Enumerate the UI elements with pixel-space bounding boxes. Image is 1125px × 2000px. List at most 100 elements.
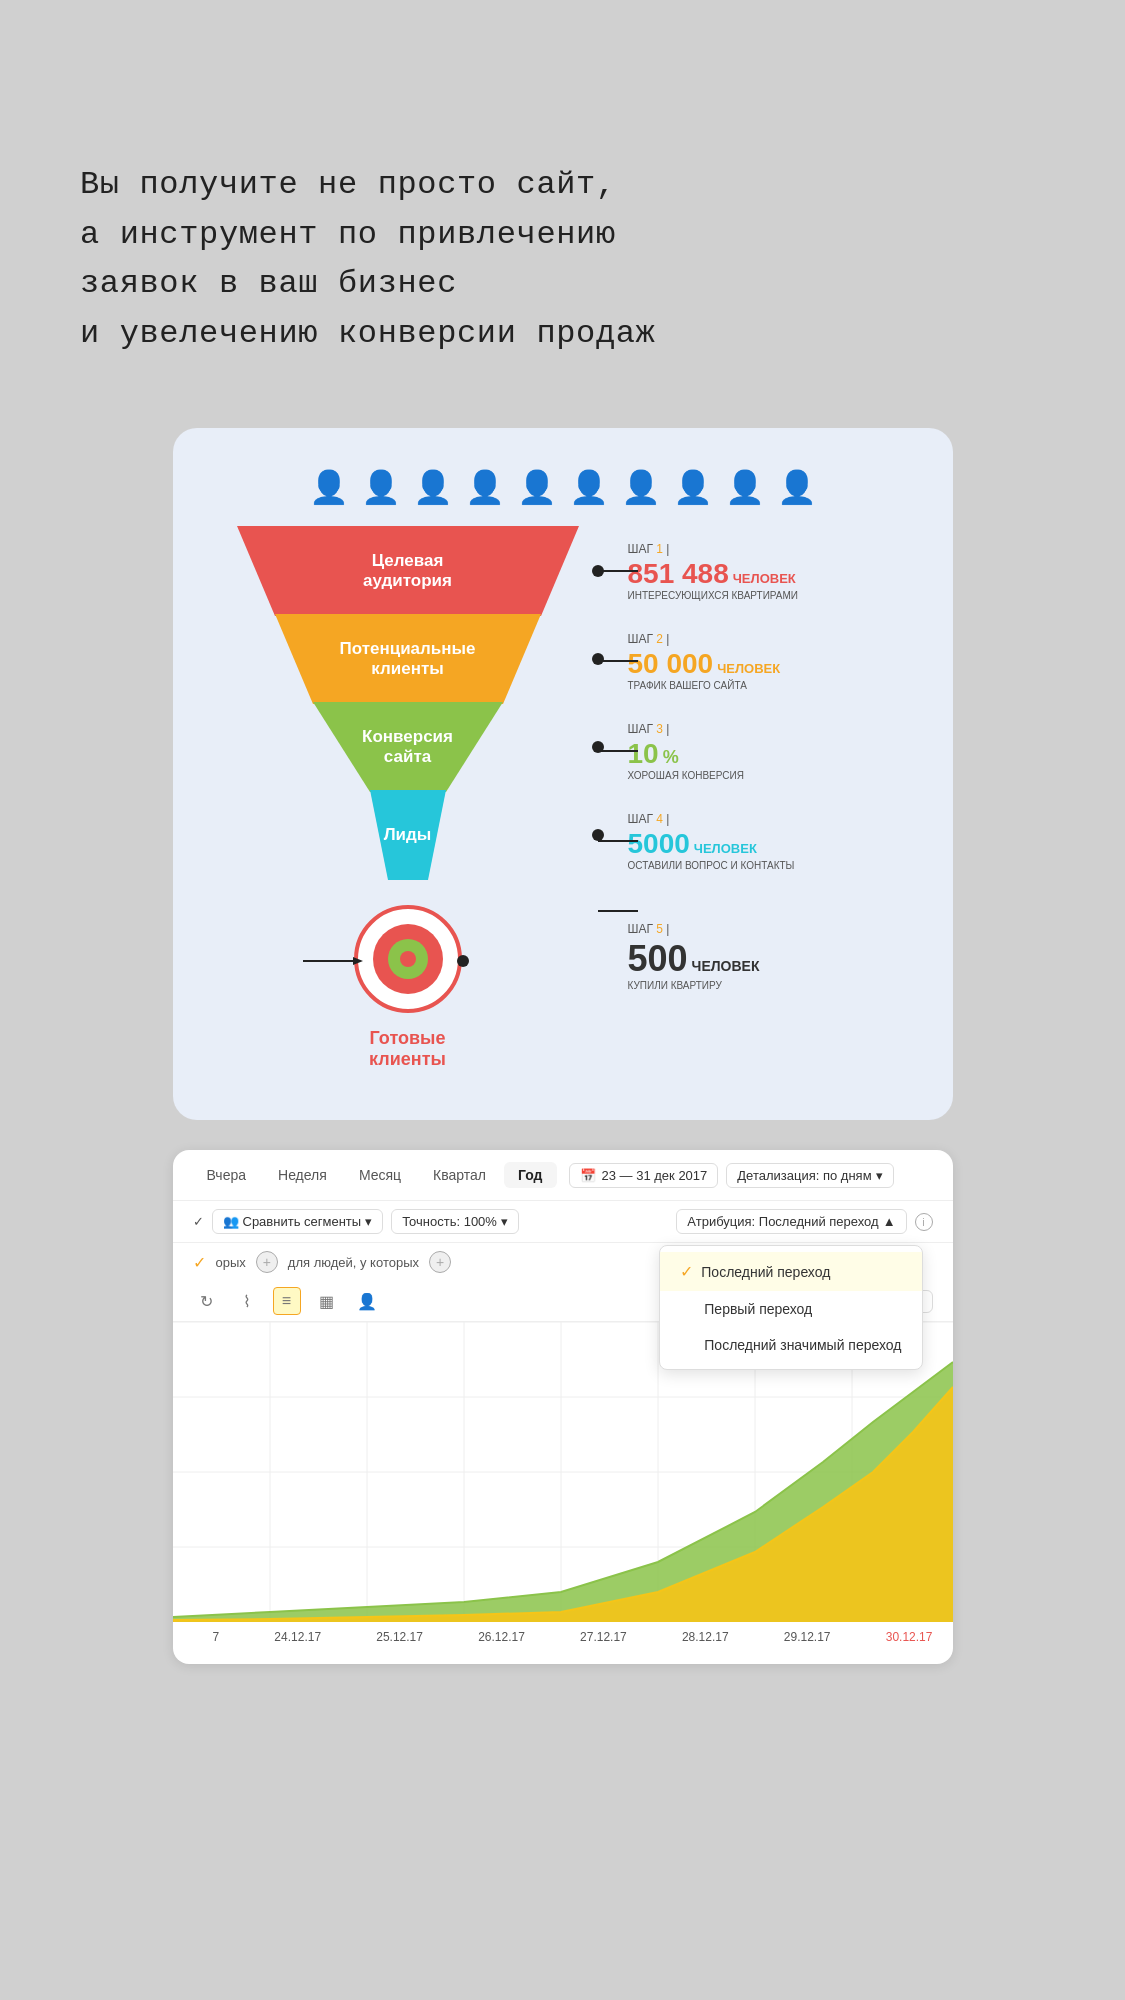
dropdown-item-3[interactable]: Последний значимый переход — [660, 1327, 921, 1363]
funnel-level-2: Потенциальныеклиенты — [218, 614, 598, 704]
accuracy-btn[interactable]: Точность: 100% ▾ — [391, 1209, 518, 1234]
funnel-wrapper: Целеваяаудитория Потенциальныеклиенты Ко… — [203, 526, 923, 1070]
stat-content-3: ШАГ 3 | 10 % ХОРОШАЯ КОНВЕРСИЯ — [628, 722, 744, 781]
target-label: Готовыеклиенты — [369, 1028, 446, 1070]
stat-content-1: ШАГ 1 | 851 488 ЧЕЛОВЕК ИНТЕРЕСУЮЩИХСЯ К… — [628, 542, 799, 601]
chevron-accuracy-icon: ▾ — [501, 1214, 508, 1229]
date-range[interactable]: 📅 23 — 31 дек 2017 — [569, 1163, 719, 1188]
detail-btn[interactable]: Детализация: по дням ▾ — [726, 1163, 893, 1188]
stat-unit-2: ЧЕЛОВЕК — [717, 661, 780, 676]
connector-dot-5 — [457, 955, 469, 967]
stat-number-5: 500 — [628, 938, 688, 980]
funnel-shapes: Целеваяаудитория Потенциальныеклиенты Ко… — [218, 526, 598, 1070]
chart-x-labels: 7 24.12.17 25.12.17 26.12.17 27.12.17 28… — [173, 1622, 953, 1644]
stat-unit-1: ЧЕЛОВЕК — [733, 571, 796, 586]
x-label-1: 24.12.17 — [274, 1630, 321, 1644]
people-row: 👤 👤 👤 👤 👤 👤 👤 👤 👤 👤 — [203, 468, 923, 506]
chevron-attribution-icon: ▲ — [883, 1214, 896, 1229]
stat-desc-2: ТРАФИК ВАШЕГО САЙТА — [628, 680, 781, 691]
funnel-level-3: Конверсиясайта — [218, 702, 598, 792]
connector-dot-3 — [592, 741, 604, 753]
person-icon-7: 👤 — [621, 468, 661, 506]
dropdown-label-3: Последний значимый переход — [704, 1337, 901, 1353]
step-label-2: ШАГ 2 | — [628, 632, 781, 646]
step-label-5: ШАГ 5 | — [628, 922, 760, 936]
dropdown-label-2: Первый переход — [704, 1301, 812, 1317]
person-chart-icon[interactable]: 👤 — [353, 1287, 381, 1315]
attribution-btn[interactable]: Атрибуция: Последний переход ▲ — [676, 1209, 906, 1234]
x-label-7: 30.12.17 — [886, 1630, 933, 1644]
stat-number-3: 10 — [628, 738, 659, 770]
add-filter-btn-1[interactable]: + — [256, 1251, 278, 1273]
detail-label: Детализация: по дням — [737, 1168, 871, 1183]
stat-percent-3: % — [663, 747, 679, 768]
attribution-label: Атрибуция: Последний переход — [687, 1214, 878, 1229]
chevron-down-icon: ▾ — [876, 1168, 883, 1183]
person-icon-8: 👤 — [673, 468, 713, 506]
step-label-1: ШАГ 1 | — [628, 542, 799, 556]
line-chart-icon[interactable]: ⌇ — [233, 1287, 261, 1315]
stat-content-4: ШАГ 4 | 5000 ЧЕЛОВЕК ОСТАВИЛИ ВОПРОС И К… — [628, 812, 795, 871]
person-icon-4: 👤 — [465, 468, 505, 506]
date-icon: 📅 — [580, 1168, 596, 1183]
refresh-icon[interactable]: ↻ — [193, 1287, 221, 1315]
tab-week[interactable]: Неделя — [264, 1162, 341, 1188]
chart-card: Вчера Неделя Месяц Квартал Год 📅 23 — 31… — [173, 1150, 953, 1664]
x-label-3: 26.12.17 — [478, 1630, 525, 1644]
filter-check: ✓ — [193, 1253, 206, 1272]
dropdown-item-2[interactable]: Первый переход — [660, 1291, 921, 1327]
person-icon-10: 👤 — [777, 468, 817, 506]
chart-area-yellow — [173, 1387, 953, 1622]
connector-dot-4 — [592, 829, 604, 841]
connector-line-1 — [598, 570, 638, 572]
dropdown-item-1[interactable]: ✓ Последний переход — [660, 1252, 921, 1291]
connector-line-3 — [598, 750, 638, 752]
header-text: Вы получите не просто сайт, а инструмент… — [80, 160, 1045, 358]
segment-btn[interactable]: 👥 Сравнить сегменты ▾ — [212, 1209, 384, 1234]
area-chart-icon[interactable]: ≡ — [273, 1287, 301, 1315]
check-icon: ✓ — [680, 1262, 693, 1281]
tab-year[interactable]: Год — [504, 1162, 557, 1188]
stat-number-2: 50 000 — [628, 648, 714, 680]
x-label-2: 25.12.17 — [376, 1630, 423, 1644]
chart-toolbar: Вчера Неделя Месяц Квартал Год 📅 23 — 31… — [173, 1150, 953, 1201]
chart-toolbar2: ✓ 👥 Сравнить сегменты ▾ Точность: 100% ▾… — [173, 1201, 953, 1243]
connector-line-4 — [598, 840, 638, 842]
step-label-3: ШАГ 3 | — [628, 722, 744, 736]
funnel-label-1: Целеваяаудитория — [363, 551, 452, 591]
funnel-level-1: Целеваяаудитория — [218, 526, 598, 616]
segment-label: Сравнить сегменты — [243, 1214, 362, 1229]
funnel-card: 👤 👤 👤 👤 👤 👤 👤 👤 👤 👤 Целеваяаудитория — [173, 428, 953, 1120]
person-icon-3: 👤 — [413, 468, 453, 506]
person-icon-9: 👤 — [725, 468, 765, 506]
stat-unit-5: ЧЕЛОВЕК — [692, 958, 760, 974]
stat-desc-5: КУПИЛИ КВАРТИРУ — [628, 980, 760, 991]
filter-prefix: ✓ — [193, 1214, 204, 1229]
tab-quarter[interactable]: Квартал — [419, 1162, 500, 1188]
funnel-label-2: Потенциальныеклиенты — [339, 639, 475, 679]
connector-dot-2 — [592, 653, 604, 665]
stat-desc-3: ХОРОШАЯ КОНВЕРСИЯ — [628, 770, 744, 781]
funnel-label-4: Лиды — [384, 825, 432, 845]
stat-unit-4: ЧЕЛОВЕК — [694, 841, 757, 856]
filter-text-2: для людей, у которых — [288, 1255, 419, 1270]
person-icon-1: 👤 — [309, 468, 349, 506]
accuracy-label: Точность: 100% — [402, 1214, 497, 1229]
add-filter-btn-2[interactable]: + — [429, 1251, 451, 1273]
filter-text-1: орых — [216, 1255, 246, 1270]
svg-point-7 — [400, 951, 416, 967]
stat-row-1: ШАГ 1 | 851 488 ЧЕЛОВЕК ИНТЕРЕСУЮЩИХСЯ К… — [608, 526, 908, 616]
funnel-stats: ШАГ 1 | 851 488 ЧЕЛОВЕК ИНТЕРЕСУЮЩИХСЯ К… — [598, 526, 908, 1026]
stat-row-3: ШАГ 3 | 10 % ХОРОШАЯ КОНВЕРСИЯ — [608, 706, 908, 796]
tab-month[interactable]: Месяц — [345, 1162, 415, 1188]
stat-number-4: 5000 — [628, 828, 690, 860]
tab-yesterday[interactable]: Вчера — [193, 1162, 261, 1188]
info-icon[interactable]: i — [915, 1213, 933, 1231]
date-range-text: 23 — 31 дек 2017 — [602, 1168, 708, 1183]
people-icon: 👥 — [223, 1214, 239, 1229]
stat-content-5: ШАГ 5 | 500 ЧЕЛОВЕК КУПИЛИ КВАРТИРУ — [628, 922, 760, 991]
header-section: Вы получите не просто сайт, а инструмент… — [0, 0, 1125, 398]
bar-chart-icon[interactable]: ▦ — [313, 1287, 341, 1315]
chevron-segment-icon: ▾ — [365, 1214, 372, 1229]
connector-line-2 — [598, 660, 638, 662]
